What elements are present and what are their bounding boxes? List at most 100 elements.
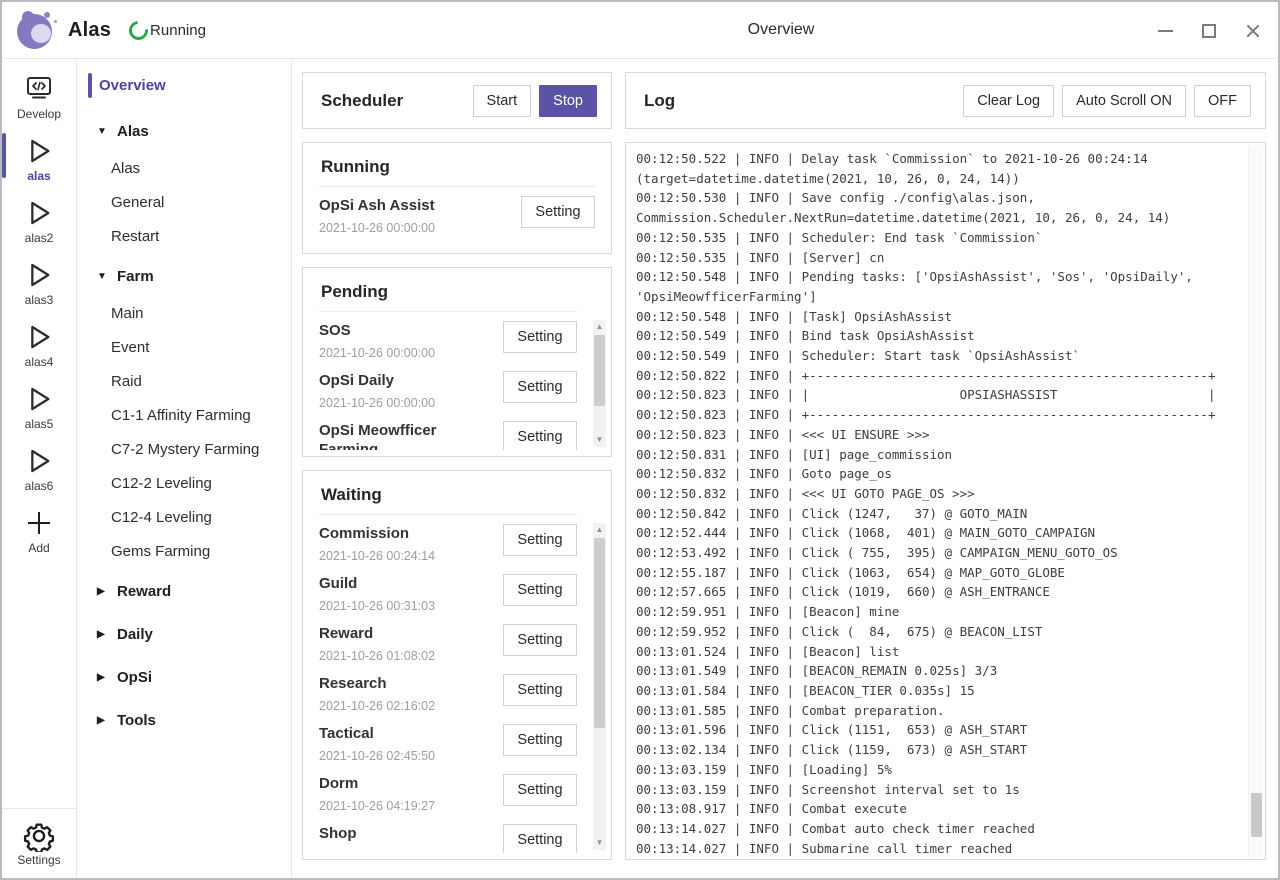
task-name: OpSi Daily xyxy=(319,371,495,390)
scheduler-column-cards: RunningOpSi Ash Assist2021-10-26 00:00:0… xyxy=(302,142,612,860)
minimize-button[interactable] xyxy=(1150,16,1180,46)
log-line: 00:12:50.822 | INFO | +-----------------… xyxy=(636,366,1233,386)
nav-item-c12-2-leveling[interactable]: C12-2 Leveling xyxy=(77,467,291,501)
task-name: SOS xyxy=(319,321,495,340)
setting-button[interactable]: Setting xyxy=(503,371,577,403)
log-scrollbar[interactable] xyxy=(1248,145,1263,857)
scroll-down-icon[interactable]: ▼ xyxy=(593,433,606,447)
auto-scroll-off-button[interactable]: OFF xyxy=(1194,85,1251,117)
nav-section-daily[interactable]: ▶Daily xyxy=(77,614,291,655)
log-viewer[interactable]: 00:12:50.522 | INFO | Delay task `Commis… xyxy=(625,142,1266,860)
scroll-up-icon[interactable]: ▲ xyxy=(593,320,606,334)
card-scrollbar[interactable]: ▲▼ xyxy=(593,523,606,850)
card-title: Waiting xyxy=(319,483,577,515)
nav-item-c1-1-affinity-farming[interactable]: C1-1 Affinity Farming xyxy=(77,399,291,433)
scroll-up-icon[interactable] xyxy=(1249,145,1264,159)
log-line: 00:13:01.596 | INFO | Click (1151, 653) … xyxy=(636,720,1233,740)
task-info: OpSi Meowfficer Farming xyxy=(319,421,503,450)
setting-button[interactable]: Setting xyxy=(503,574,577,606)
page-title: Overview xyxy=(292,21,1270,39)
setting-button[interactable]: Setting xyxy=(503,624,577,656)
auto-scroll-on-button[interactable]: Auto Scroll ON xyxy=(1062,85,1186,117)
stop-button[interactable]: Stop xyxy=(539,85,597,117)
setting-button[interactable]: Setting xyxy=(503,724,577,756)
nav-section-label: Farm xyxy=(117,268,154,285)
rail-item-add[interactable]: Add xyxy=(2,500,76,562)
nav-section-tools[interactable]: ▶Tools xyxy=(77,700,291,741)
rail-item-label: alas6 xyxy=(25,479,54,493)
play-icon xyxy=(23,382,55,416)
scrollbar-thumb[interactable] xyxy=(594,335,605,406)
log-line: 00:13:01.585 | INFO | Combat preparation… xyxy=(636,701,1233,721)
setting-button[interactable]: Setting xyxy=(503,774,577,806)
nav-item-c7-2-mystery-farming[interactable]: C7-2 Mystery Farming xyxy=(77,433,291,467)
nav-section-opsi[interactable]: ▶OpSi xyxy=(77,657,291,698)
task-time: 2021-10-26 02:45:50 xyxy=(319,749,495,763)
status-label: Running xyxy=(150,22,206,39)
task-row: OpSi Ash Assist2021-10-26 00:00:00Settin… xyxy=(319,187,595,237)
task-row: Guild2021-10-26 00:31:03Setting xyxy=(319,565,577,615)
rail-item-settings[interactable]: Settings xyxy=(2,808,76,878)
scheduler-title: Scheduler xyxy=(321,91,403,111)
nav-section-reward[interactable]: ▶Reward xyxy=(77,571,291,612)
scroll-up-icon[interactable]: ▲ xyxy=(593,523,606,537)
maximize-button[interactable] xyxy=(1194,16,1224,46)
chevron-down-icon: ▼ xyxy=(97,271,108,282)
rail-item-develop[interactable]: Develop xyxy=(2,66,76,128)
log-line: 00:13:03.159 | INFO | [Loading] 5% xyxy=(636,760,1233,780)
nav-item-gems-farming[interactable]: Gems Farming xyxy=(77,535,291,569)
play-icon xyxy=(23,134,55,168)
chevron-right-icon: ▶ xyxy=(97,586,108,597)
nav-item-general[interactable]: General xyxy=(77,186,291,220)
log-line: 00:13:08.917 | INFO | Combat execute xyxy=(636,799,1233,819)
clear-log-button[interactable]: Clear Log xyxy=(963,85,1054,117)
rail-item-alas4[interactable]: alas4 xyxy=(2,314,76,376)
close-button[interactable] xyxy=(1238,16,1268,46)
plus-icon xyxy=(24,506,54,540)
nav-section-farm[interactable]: ▼ Farm xyxy=(77,256,291,297)
rail-item-label: alas xyxy=(27,169,50,183)
rail-item-alas5[interactable]: alas5 xyxy=(2,376,76,438)
setting-button[interactable]: Setting xyxy=(503,674,577,706)
nav-section-alas[interactable]: ▼Alas xyxy=(77,111,291,152)
log-line: 00:12:50.549 | INFO | Scheduler: Start t… xyxy=(636,346,1233,366)
nav-item-raid[interactable]: Raid xyxy=(77,365,291,399)
nav-section-label: Tools xyxy=(117,712,156,729)
setting-button[interactable]: Setting xyxy=(503,524,577,556)
rail-item-alas3[interactable]: alas3 xyxy=(2,252,76,314)
scroll-down-icon[interactable]: ▼ xyxy=(593,836,606,850)
task-time: 2021-10-26 02:16:02 xyxy=(319,699,495,713)
play-icon xyxy=(23,444,55,478)
scroll-down-icon[interactable] xyxy=(1249,843,1264,857)
scrollbar-thumb[interactable] xyxy=(594,538,605,728)
setting-button[interactable]: Setting xyxy=(521,196,595,228)
log-line: 00:12:55.187 | INFO | Click (1063, 654) … xyxy=(636,563,1233,583)
nav-item-c12-4-leveling[interactable]: C12-4 Leveling xyxy=(77,501,291,535)
rail-item-alas2[interactable]: alas2 xyxy=(2,190,76,252)
setting-button[interactable]: Setting xyxy=(503,321,577,353)
log-line: 00:12:57.665 | INFO | Click (1019, 660) … xyxy=(636,582,1233,602)
nav-item-restart[interactable]: Restart xyxy=(77,220,291,254)
nav-item-overview[interactable]: Overview xyxy=(77,70,291,101)
title-bar: Alas Running Overview xyxy=(2,2,1278,59)
rail-item-label: alas4 xyxy=(25,355,54,369)
rail-item-alas[interactable]: alas xyxy=(2,128,76,190)
running-spinner-icon xyxy=(125,17,152,44)
card-scrollbar[interactable]: ▲▼ xyxy=(593,320,606,447)
task-time: 2021-10-26 00:31:03 xyxy=(319,599,495,613)
rail-item-alas6[interactable]: alas6 xyxy=(2,438,76,500)
task-time: 2021-10-26 01:08:02 xyxy=(319,649,495,663)
setting-button[interactable]: Setting xyxy=(503,421,577,450)
log-line: 00:13:03.159 | INFO | Screenshot interva… xyxy=(636,780,1233,800)
scrollbar-thumb[interactable] xyxy=(1251,793,1262,837)
log-line: 00:12:50.548 | INFO | [Task] OpsiAshAssi… xyxy=(636,307,1233,327)
log-buttons: Clear LogAuto Scroll ONOFF xyxy=(963,85,1251,117)
start-button[interactable]: Start xyxy=(473,85,532,117)
task-row: Tactical2021-10-26 02:45:50Setting xyxy=(319,715,577,765)
nav-item-main[interactable]: Main xyxy=(77,297,291,331)
setting-button[interactable]: Setting xyxy=(503,824,577,853)
play-icon xyxy=(23,258,55,292)
nav-item-event[interactable]: Event xyxy=(77,331,291,365)
nav-item-alas[interactable]: Alas xyxy=(77,152,291,186)
app-title: Alas xyxy=(68,19,111,42)
